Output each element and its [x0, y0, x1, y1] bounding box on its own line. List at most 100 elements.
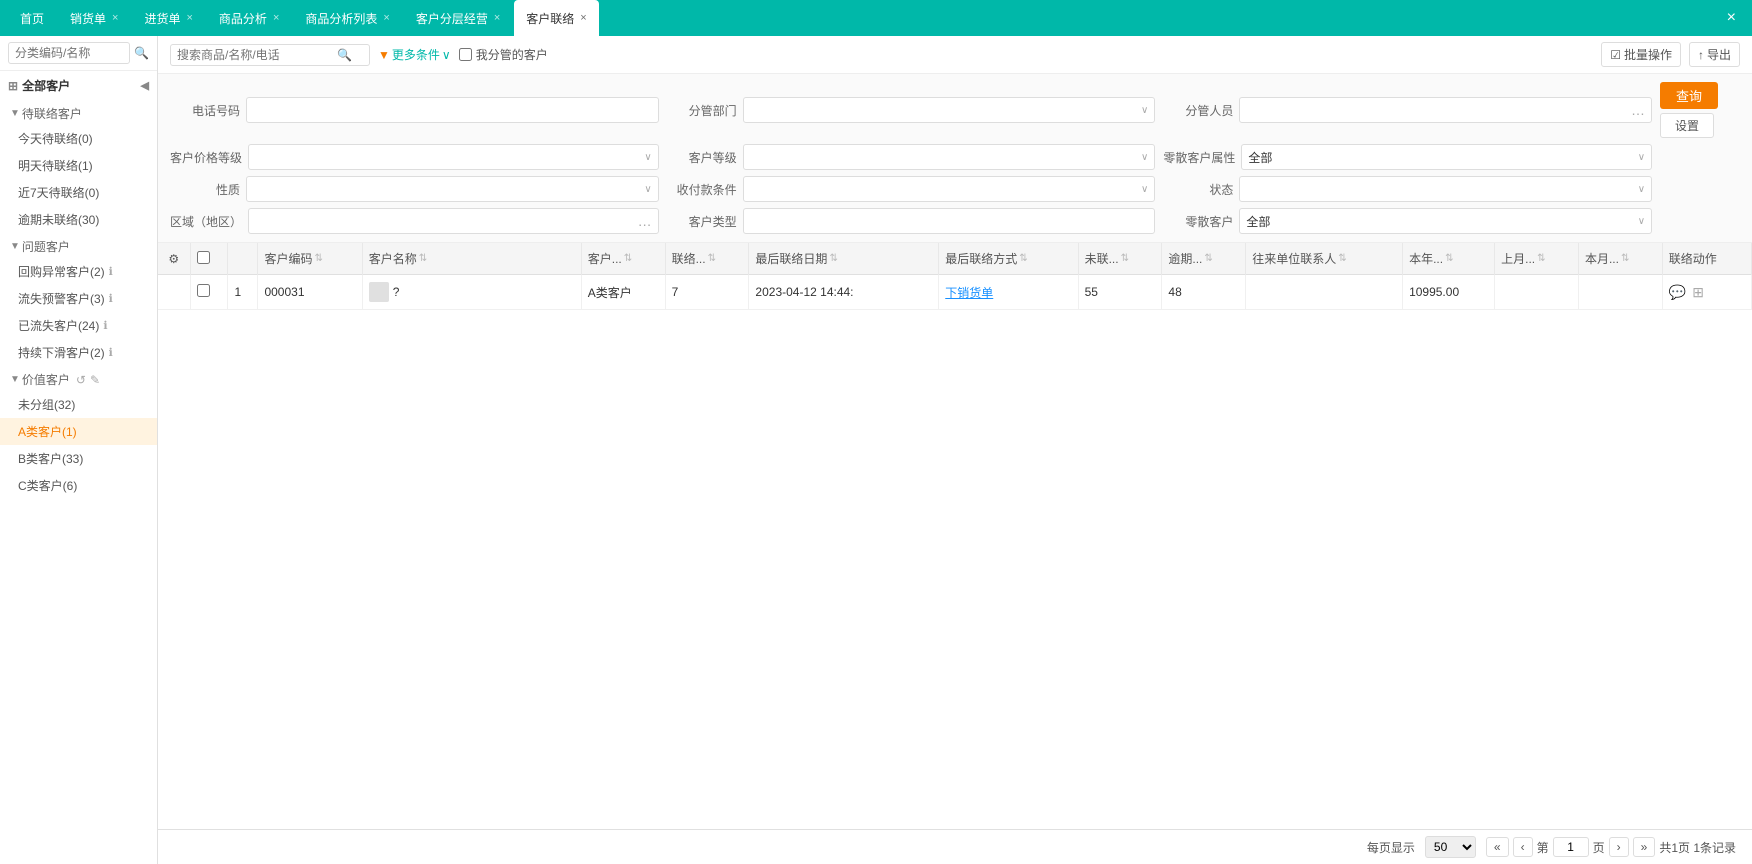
query-button[interactable]: 查询 — [1660, 82, 1718, 109]
sidebar-search-input[interactable] — [8, 42, 130, 64]
toolbar-right: ☑ 批量操作 ↑ 导出 — [1601, 42, 1740, 67]
sidebar-search-icon[interactable]: 🔍 — [134, 46, 149, 60]
info-icon: ℹ — [103, 319, 107, 332]
filter-price-level: 客户价格等级 ∨ — [170, 144, 659, 170]
th-checkbox[interactable] — [190, 243, 228, 275]
nav-tab-sales[interactable]: 销货单 × — [58, 0, 130, 36]
filter-search-icon[interactable]: 🔍 — [337, 48, 352, 62]
td-last-contact-method[interactable]: 下销货单 — [939, 275, 1078, 310]
per-page-select[interactable]: 50 100 200 — [1425, 836, 1476, 858]
setting-button[interactable]: 设置 — [1660, 113, 1714, 138]
next-page-button[interactable]: › — [1609, 837, 1629, 857]
adv-filter-row-4: 区域（地区） … 客户类型 零散客户 全部 ∨ — [170, 208, 1740, 234]
last-page-button[interactable]: » — [1633, 837, 1656, 857]
sort-icon: ⇅ — [1445, 253, 1453, 264]
more-filter-button[interactable]: ▼ 更多条件 ∨ — [378, 46, 451, 63]
filter-bar: 🔍 ▼ 更多条件 ∨ 我分管的客户 ☑ 批量操作 ↑ 导出 — [158, 36, 1752, 74]
close-icon[interactable]: × — [383, 12, 389, 24]
th-this-year[interactable]: 本年... ⇅ — [1403, 243, 1495, 275]
info-icon: ℹ — [109, 292, 113, 305]
first-page-button[interactable]: « — [1486, 837, 1509, 857]
close-icon[interactable]: × — [112, 12, 118, 24]
sidebar-item-overdue[interactable]: 逾期未联络(30) — [0, 206, 157, 233]
th-last-contact-method[interactable]: 最后联络方式 ⇅ — [939, 243, 1078, 275]
row-checkbox[interactable] — [197, 284, 210, 297]
all-customers-header[interactable]: ⊞ 全部客户 ◀ — [0, 71, 157, 100]
sidebar-item-repurchase-anomaly[interactable]: 回购异常客户(2) ℹ — [0, 258, 157, 285]
export-button[interactable]: ↑ 导出 — [1689, 42, 1740, 67]
prev-page-button[interactable]: ‹ — [1513, 837, 1533, 857]
close-icon[interactable]: × — [580, 12, 586, 24]
th-this-month[interactable]: 本月... ⇅ — [1578, 243, 1662, 275]
close-icon[interactable]: × — [273, 12, 279, 24]
td-checkbox[interactable] — [190, 275, 228, 310]
close-all-button[interactable]: × — [1719, 5, 1744, 31]
sidebar-item-declining[interactable]: 持续下滑客户(2) ℹ — [0, 339, 157, 366]
customer-level-dropdown[interactable]: ∨ — [743, 144, 1156, 170]
chevron-down-icon: ∨ — [1638, 184, 1645, 195]
sidebar-item-unclassified[interactable]: 未分组(32) — [0, 391, 157, 418]
th-contact[interactable]: 联络... ⇅ — [665, 243, 749, 275]
th-overdue[interactable]: 逾期... ⇅ — [1162, 243, 1246, 275]
th-last-contact-date[interactable]: 最后联络日期 ⇅ — [749, 243, 939, 275]
nature-dropdown[interactable]: ∨ — [246, 176, 659, 202]
phone-input[interactable] — [246, 97, 659, 123]
th-action: 联络动作 — [1662, 243, 1751, 275]
qr-icon[interactable]: ⊞ — [1692, 284, 1704, 301]
problem-customer-group[interactable]: ▼ 问题客户 — [0, 233, 157, 258]
close-icon[interactable]: × — [494, 12, 500, 24]
sort-icon: ⇅ — [1338, 253, 1346, 264]
th-settings[interactable]: ⚙ — [158, 243, 190, 275]
arrow-down-icon: ▼ — [10, 241, 20, 252]
sort-icon: ⇅ — [1019, 253, 1027, 264]
chat-icon[interactable]: 💬 — [1669, 284, 1686, 301]
td-overdue: 48 — [1162, 275, 1246, 310]
sidebar-item-7days[interactable]: 近7天待联络(0) — [0, 179, 157, 206]
sidebar-item-b-class[interactable]: B类客户(33) — [0, 445, 157, 472]
page-number-input[interactable] — [1553, 837, 1589, 857]
sidebar-item-tomorrow[interactable]: 明天待联络(1) — [0, 152, 157, 179]
th-customer-type[interactable]: 客户... ⇅ — [581, 243, 665, 275]
sidebar-item-today[interactable]: 今天待联络(0) — [0, 125, 157, 152]
th-code[interactable]: 客户编码 ⇅ — [258, 243, 362, 275]
retail-attr-dropdown[interactable]: 全部 ∨ — [1241, 144, 1652, 170]
th-name[interactable]: 客户名称 ⇅ — [362, 243, 581, 275]
pending-contact-group[interactable]: ▼ 待联络客户 — [0, 100, 157, 125]
batch-operation-button[interactable]: ☑ 批量操作 — [1601, 42, 1681, 67]
nav-tab-analysis[interactable]: 商品分析 × — [207, 0, 291, 36]
nav-tab-home[interactable]: 首页 — [8, 0, 56, 36]
nav-tab-customer-segment[interactable]: 客户分层经营 × — [404, 0, 512, 36]
nav-tab-analysis-list[interactable]: 商品分析列表 × — [293, 0, 401, 36]
content-area: 🔍 ▼ 更多条件 ∨ 我分管的客户 ☑ 批量操作 ↑ 导出 — [158, 36, 1752, 864]
table-header-row: ⚙ 客户编码 ⇅ — [158, 243, 1752, 275]
filter-buttons: 查询 设置 — [1660, 82, 1740, 138]
filter-search-input[interactable] — [177, 48, 337, 62]
price-level-dropdown[interactable]: ∨ — [248, 144, 659, 170]
my-customer-checkbox[interactable] — [459, 48, 472, 61]
sidebar-item-c-class[interactable]: C类客户(6) — [0, 472, 157, 499]
filter-status: 状态 ∨ — [1163, 176, 1652, 202]
refresh-icon[interactable]: ↺ — [76, 373, 86, 387]
nav-tab-purchase[interactable]: 进货单 × — [132, 0, 204, 36]
close-icon[interactable]: × — [186, 12, 192, 24]
manager-input[interactable]: … — [1239, 97, 1652, 123]
value-customer-group[interactable]: ▼ 价值客户 ↺ ✎ — [0, 366, 157, 391]
th-not-contacted[interactable]: 未联... ⇅ — [1078, 243, 1162, 275]
sidebar-item-a-class[interactable]: A类客户(1) — [0, 418, 157, 445]
dept-dropdown[interactable]: ∨ — [743, 97, 1156, 123]
customer-type-input[interactable] — [743, 208, 1156, 234]
sidebar-item-churn-warning[interactable]: 流失预警客户(3) ℹ — [0, 285, 157, 312]
filter-region: 区域（地区） … — [170, 208, 659, 234]
edit-icon[interactable]: ✎ — [90, 373, 100, 387]
status-dropdown[interactable]: ∨ — [1239, 176, 1652, 202]
info-icon: ℹ — [109, 265, 113, 278]
th-unit-contact[interactable]: 往来单位联系人 ⇅ — [1246, 243, 1403, 275]
my-customer-filter[interactable]: 我分管的客户 — [459, 46, 548, 63]
sidebar-item-churned[interactable]: 已流失客户(24) ℹ — [0, 312, 157, 339]
select-all-checkbox[interactable] — [197, 251, 210, 264]
nav-tab-customer-contact[interactable]: 客户联络 × — [514, 0, 598, 36]
region-input[interactable]: … — [248, 208, 659, 234]
retail-customer-dropdown[interactable]: 全部 ∨ — [1239, 208, 1652, 234]
th-last-month[interactable]: 上月... ⇅ — [1495, 243, 1579, 275]
payment-dropdown[interactable]: ∨ — [743, 176, 1156, 202]
